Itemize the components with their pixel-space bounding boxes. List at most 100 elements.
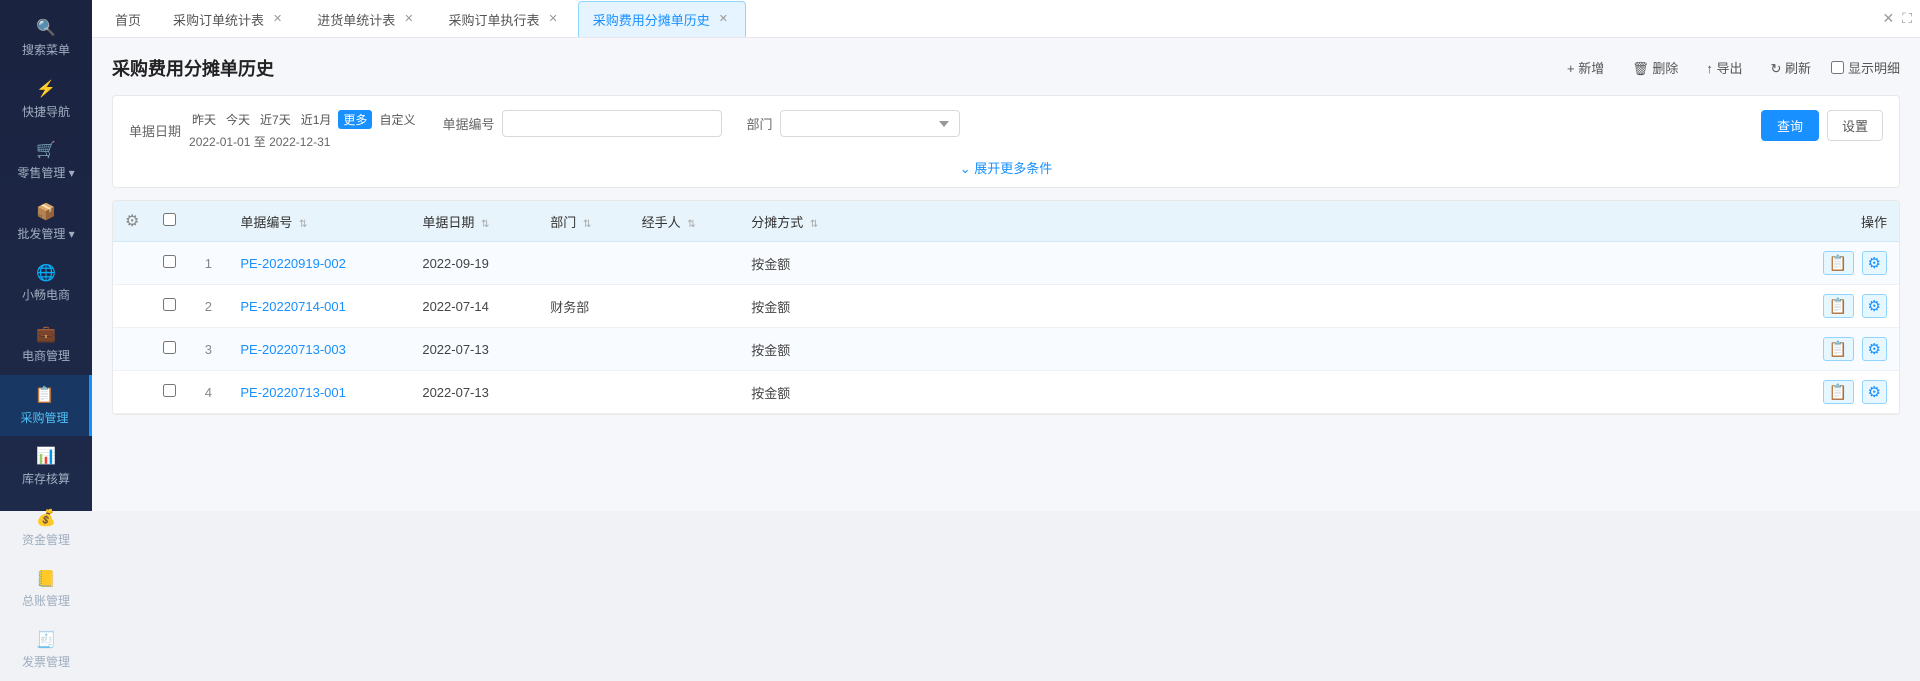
- edit-icon[interactable]: 📋: [1823, 251, 1854, 275]
- refresh-button[interactable]: ↻ 刷新: [1762, 54, 1819, 81]
- sidebar-item-库存核算[interactable]: 📊库存核算: [0, 436, 92, 497]
- tab-label: 采购订单执行表: [448, 10, 539, 29]
- gear-icon[interactable]: ⚙: [125, 213, 139, 230]
- row-checkbox[interactable]: [163, 341, 176, 354]
- date-shortcut-近1月[interactable]: 近1月: [298, 110, 335, 129]
- sidebar-item-label: 快捷导航: [22, 105, 70, 119]
- sort-icon-handler[interactable]: ⇅: [687, 219, 695, 230]
- add-button[interactable]: + 新增: [1559, 54, 1612, 81]
- doc-no-link[interactable]: PE-20220919-002: [240, 256, 346, 271]
- row-handler: [630, 328, 740, 371]
- sidebar-item-label: 库存核算: [22, 472, 70, 486]
- row-actions: 📋 ⚙: [1811, 242, 1899, 285]
- tab-close-icon[interactable]: ✕: [270, 13, 285, 26]
- date-shortcut-昨天[interactable]: 昨天: [189, 110, 219, 129]
- date-shortcut-今天[interactable]: 今天: [223, 110, 253, 129]
- sidebar-item-label: 零售管理 ▾: [17, 166, 74, 180]
- sidebar-item-搜索菜单[interactable]: 🔍搜索菜单: [0, 8, 92, 69]
- detail-icon[interactable]: ⚙: [1862, 251, 1887, 275]
- detail-icon[interactable]: ⚙: [1862, 337, 1887, 361]
- delete-button[interactable]: 🗑 删除: [1624, 54, 1686, 81]
- sidebar-item-资金管理[interactable]: 💰资金管理: [0, 498, 92, 559]
- sort-icon-split-method[interactable]: ⇅: [810, 219, 818, 230]
- sidebar-item-label: 小畅电商: [22, 288, 70, 302]
- display-cols-toggle[interactable]: 显示明细: [1831, 58, 1900, 77]
- row-checkbox[interactable]: [163, 298, 176, 311]
- tab-close-icon[interactable]: ✕: [401, 13, 416, 26]
- edit-icon[interactable]: 📋: [1823, 380, 1854, 404]
- doc-no-input[interactable]: [502, 110, 722, 137]
- row-dept: [538, 328, 629, 371]
- row-checkbox[interactable]: [163, 255, 176, 268]
- doc-no-link[interactable]: PE-20220713-003: [240, 342, 346, 357]
- row-settings-cell: [113, 328, 151, 371]
- tab-label: 首页: [115, 10, 141, 29]
- row-settings-cell: [113, 285, 151, 328]
- tab-close-icon[interactable]: ✕: [546, 13, 561, 26]
- tab-进货单统计表[interactable]: 进货单统计表 ✕: [302, 1, 431, 37]
- row-doc-no: PE-20220713-003: [228, 328, 410, 371]
- tab-采购订单统计表[interactable]: 采购订单统计表✕: [158, 1, 300, 37]
- query-button[interactable]: 查询: [1761, 110, 1819, 141]
- tab-采购费用分摊单历史[interactable]: 采购费用分摊单历史✕: [578, 1, 746, 37]
- select-all-checkbox[interactable]: [163, 213, 176, 226]
- menu-icon: 🌐: [4, 263, 88, 285]
- date-shortcut-近7天[interactable]: 近7天: [257, 110, 294, 129]
- row-handler: [630, 285, 740, 328]
- sidebar-item-发票管理[interactable]: 🧾发票管理: [0, 620, 92, 681]
- row-split-method: 按金额: [739, 285, 1811, 328]
- sidebar-item-快捷导航[interactable]: ⚡ 快捷导航: [0, 69, 92, 130]
- sidebar-item-采购管理[interactable]: 📋采购管理: [0, 375, 92, 436]
- edit-icon[interactable]: 📋: [1823, 294, 1854, 318]
- row-split-method: 按金额: [739, 328, 1811, 371]
- row-handler: [630, 371, 740, 414]
- close-icon[interactable]: ✕: [1882, 10, 1894, 27]
- data-table: ⚙ 单据编号 ⇅ 单据日期 ⇅: [113, 201, 1899, 414]
- dept-select[interactable]: 财务部: [780, 110, 960, 137]
- sidebar-item-小畅电商[interactable]: 🌐 小畅电商: [0, 253, 92, 314]
- date-shortcut-更多[interactable]: 更多: [338, 110, 372, 129]
- detail-icon[interactable]: ⚙: [1862, 294, 1887, 318]
- sidebar-item-总账管理[interactable]: 📒总账管理: [0, 559, 92, 620]
- display-cols-checkbox[interactable]: [1831, 61, 1844, 74]
- row-num: 2: [188, 285, 228, 328]
- sidebar-item-label: 采购管理: [20, 411, 68, 425]
- sort-icon-doc-no[interactable]: ⇅: [299, 219, 307, 230]
- doc-no-link[interactable]: PE-20220713-001: [240, 385, 346, 400]
- doc-no-link[interactable]: PE-20220714-001: [240, 299, 346, 314]
- row-checkbox[interactable]: [163, 384, 176, 397]
- export-button[interactable]: ↑ 导出: [1698, 54, 1750, 81]
- table-row: 1 PE-20220919-002 2022-09-19 按金额 📋 ⚙: [113, 242, 1899, 285]
- sidebar-item-电商管理[interactable]: 💼电商管理: [0, 314, 92, 375]
- edit-icon[interactable]: 📋: [1823, 337, 1854, 361]
- header-actions: + 新增 🗑 删除 ↑ 导出 ↻ 刷新 显示明细: [1559, 54, 1900, 81]
- th-doc-no: 单据编号 ⇅: [228, 201, 410, 242]
- filter-dates: 昨天今天近7天近1月更多自定义 2022-01-01 至 2022-12-31: [189, 110, 418, 150]
- row-doc-date: 2022-07-14: [410, 285, 538, 328]
- page-title: 采购费用分摊单历史: [112, 55, 274, 81]
- menu-icon: ⚡: [4, 79, 88, 101]
- fullscreen-icon[interactable]: ⛶: [1902, 10, 1912, 27]
- tab-label: 进货单统计表: [317, 10, 395, 29]
- th-dept-label: 部门: [550, 215, 576, 230]
- row-settings-cell: [113, 371, 151, 414]
- sidebar-item-批发管理[interactable]: 📦批发管理 ▾: [0, 192, 92, 253]
- sidebar-item-label: 批发管理 ▾: [17, 227, 74, 241]
- th-split-method: 分摊方式 ⇅: [739, 201, 1811, 242]
- expand-more[interactable]: ⌄ 展开更多条件: [129, 158, 1883, 177]
- date-shortcut-自定义[interactable]: 自定义: [376, 110, 418, 129]
- sort-icon-dept[interactable]: ⇅: [583, 219, 591, 230]
- tab-bar: 首页采购订单统计表✕进货单统计表✕采购订单执行表✕采购费用分摊单历史✕ ✕ ⛶: [92, 0, 1920, 38]
- sidebar: 🔍搜索菜单 ⚡ 快捷导航 🛒 零售管理 ▾ 📦批发管理 ▾ 🌐 小畅电商 💼电商管理📋采购管理📊…: [0, 0, 92, 511]
- tab-采购订单执行表[interactable]: 采购订单执行表 ✕: [433, 1, 575, 37]
- sort-icon-doc-date[interactable]: ⇅: [481, 219, 489, 230]
- sidebar-item-零售管理[interactable]: 🛒 零售管理 ▾: [0, 130, 92, 191]
- settings-button[interactable]: 设置: [1827, 110, 1883, 141]
- row-actions: 📋 ⚙: [1811, 285, 1899, 328]
- tab-close-icon[interactable]: ✕: [716, 13, 731, 26]
- menu-icon: 🛒: [4, 140, 88, 162]
- expand-label: 展开更多条件: [974, 161, 1052, 176]
- detail-icon[interactable]: ⚙: [1862, 380, 1887, 404]
- tab-首页[interactable]: 首页: [100, 1, 156, 37]
- row-doc-date: 2022-09-19: [410, 242, 538, 285]
